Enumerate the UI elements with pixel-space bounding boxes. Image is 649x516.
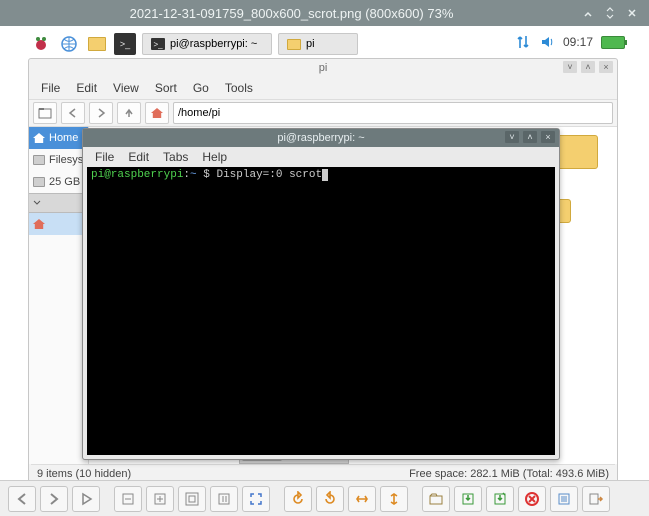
next-button[interactable]: [40, 486, 68, 512]
term-menu-tabs[interactable]: Tabs: [157, 149, 194, 165]
network-icon[interactable]: [515, 34, 531, 50]
term-menu-help[interactable]: Help: [196, 149, 233, 165]
folder-icon: [287, 39, 301, 50]
rotate-ccw-button[interactable]: [284, 486, 312, 512]
delete-button[interactable]: [518, 486, 546, 512]
taskbar-app-terminal[interactable]: >_ pi@raspberrypi: ~: [142, 33, 272, 55]
viewer-viewport: >_ >_ pi@raspberrypi: ~ pi 09:17 pi ˅ ˄ …: [0, 26, 649, 480]
cursor: [322, 169, 328, 181]
terminal-launcher-icon[interactable]: >_: [114, 33, 136, 55]
fm-new-tab-button[interactable]: [33, 102, 57, 124]
battery-icon[interactable]: [601, 36, 625, 49]
terminal-icon: >_: [151, 38, 165, 50]
fm-up-button[interactable]: [117, 102, 141, 124]
fullscreen-button[interactable]: [242, 486, 270, 512]
home-icon: [33, 133, 45, 143]
file-manager-icon[interactable]: [86, 33, 108, 55]
zoom-out-button[interactable]: [114, 486, 142, 512]
fm-menu-edit[interactable]: Edit: [70, 79, 103, 97]
terminal-body[interactable]: pi@raspberrypi:~ $ Display=:0 scrot: [87, 167, 555, 455]
zoom-original-button[interactable]: [210, 486, 238, 512]
prev-button[interactable]: [8, 486, 36, 512]
sidebar-section-header[interactable]: [29, 193, 88, 213]
zoom-in-button[interactable]: [146, 486, 174, 512]
taskbar-app-label: pi@raspberrypi: ~: [170, 38, 257, 50]
fm-maximize-button[interactable]: ˄: [581, 61, 595, 73]
prompt-command: Display=:0 scrot: [216, 169, 322, 181]
web-browser-icon[interactable]: [58, 33, 80, 55]
open-file-button[interactable]: [422, 486, 450, 512]
fm-path-bar[interactable]: /home/pi: [173, 102, 613, 124]
filemanager-titlebar[interactable]: pi ˅ ˄ ×: [29, 59, 617, 77]
term-menu-edit[interactable]: Edit: [122, 149, 155, 165]
taskbar-app-label: pi: [306, 38, 315, 50]
sidebar-item-pi[interactable]: [29, 213, 88, 235]
maximize-button[interactable]: [601, 4, 619, 22]
chevron-down-icon: [33, 199, 41, 207]
close-button[interactable]: [623, 4, 641, 22]
term-minimize-button[interactable]: ˅: [505, 131, 519, 143]
sidebar-item-home[interactable]: Home: [29, 127, 88, 149]
terminal-title: pi@raspberrypi: ~: [277, 132, 364, 144]
play-button[interactable]: [72, 486, 100, 512]
filemanager-menubar: File Edit View Sort Go Tools: [29, 77, 617, 99]
filemanager-sidebar: Home Filesys 25 GB: [29, 127, 89, 464]
status-items: 9 items (10 hidden): [37, 468, 131, 480]
exit-button[interactable]: [582, 486, 610, 512]
disk-icon: [33, 155, 45, 165]
preferences-button[interactable]: [550, 486, 578, 512]
folder-icon: [554, 135, 598, 169]
prompt-symbol: $: [203, 169, 210, 181]
fm-forward-button[interactable]: [89, 102, 113, 124]
zoom-fit-button[interactable]: [178, 486, 206, 512]
os-tray: 09:17: [515, 34, 625, 50]
prompt-user: pi@raspberrypi: [91, 169, 183, 181]
filemanager-title: pi: [319, 62, 328, 74]
flip-vertical-button[interactable]: [380, 486, 408, 512]
flip-horizontal-button[interactable]: [348, 486, 376, 512]
disk-icon: [33, 177, 45, 187]
fm-menu-file[interactable]: File: [35, 79, 66, 97]
save-as-button[interactable]: [486, 486, 514, 512]
viewer-titlebar: 2021-12-31-091759_800x600_scrot.png (800…: [0, 0, 649, 26]
fm-minimize-button[interactable]: ˅: [563, 61, 577, 73]
fm-menu-go[interactable]: Go: [187, 79, 215, 97]
viewer-toolbar: [0, 480, 649, 516]
fm-menu-sort[interactable]: Sort: [149, 79, 183, 97]
home-icon: [151, 108, 163, 118]
terminal-titlebar[interactable]: pi@raspberrypi: ~ ˅ ˄ ×: [83, 129, 559, 147]
fm-close-button[interactable]: ×: [599, 61, 613, 73]
sidebar-item-filesystem[interactable]: Filesys: [29, 149, 88, 171]
sidebar-item-volume[interactable]: 25 GB: [29, 171, 88, 193]
minimize-button[interactable]: [579, 4, 597, 22]
term-maximize-button[interactable]: ˄: [523, 131, 537, 143]
os-taskbar: >_ >_ pi@raspberrypi: ~ pi: [30, 32, 358, 56]
fm-menu-view[interactable]: View: [107, 79, 145, 97]
fm-menu-tools[interactable]: Tools: [219, 79, 259, 97]
sidebar-label: 25 GB: [49, 176, 80, 188]
volume-icon[interactable]: [539, 34, 555, 50]
save-button[interactable]: [454, 486, 482, 512]
fm-back-button[interactable]: [61, 102, 85, 124]
sidebar-label: Home: [49, 132, 78, 144]
prompt-path: ~: [190, 169, 197, 181]
raspberry-menu-icon[interactable]: [30, 33, 52, 55]
term-menu-file[interactable]: File: [89, 149, 120, 165]
filemanager-toolbar: /home/pi: [29, 99, 617, 127]
viewer-title: 2021-12-31-091759_800x600_scrot.png (800…: [8, 6, 575, 21]
terminal-window: pi@raspberrypi: ~ ˅ ˄ × File Edit Tabs H…: [82, 128, 560, 460]
sidebar-label: Filesys: [49, 154, 83, 166]
fm-home-button[interactable]: [145, 102, 169, 124]
term-close-button[interactable]: ×: [541, 131, 555, 143]
status-freespace: Free space: 282.1 MiB (Total: 493.6 MiB): [409, 468, 609, 480]
home-icon: [33, 219, 45, 229]
taskbar-app-filemanager[interactable]: pi: [278, 33, 358, 55]
path-text: /home/pi: [178, 107, 220, 119]
clock[interactable]: 09:17: [563, 35, 593, 49]
rotate-cw-button[interactable]: [316, 486, 344, 512]
terminal-menubar: File Edit Tabs Help: [83, 147, 559, 167]
